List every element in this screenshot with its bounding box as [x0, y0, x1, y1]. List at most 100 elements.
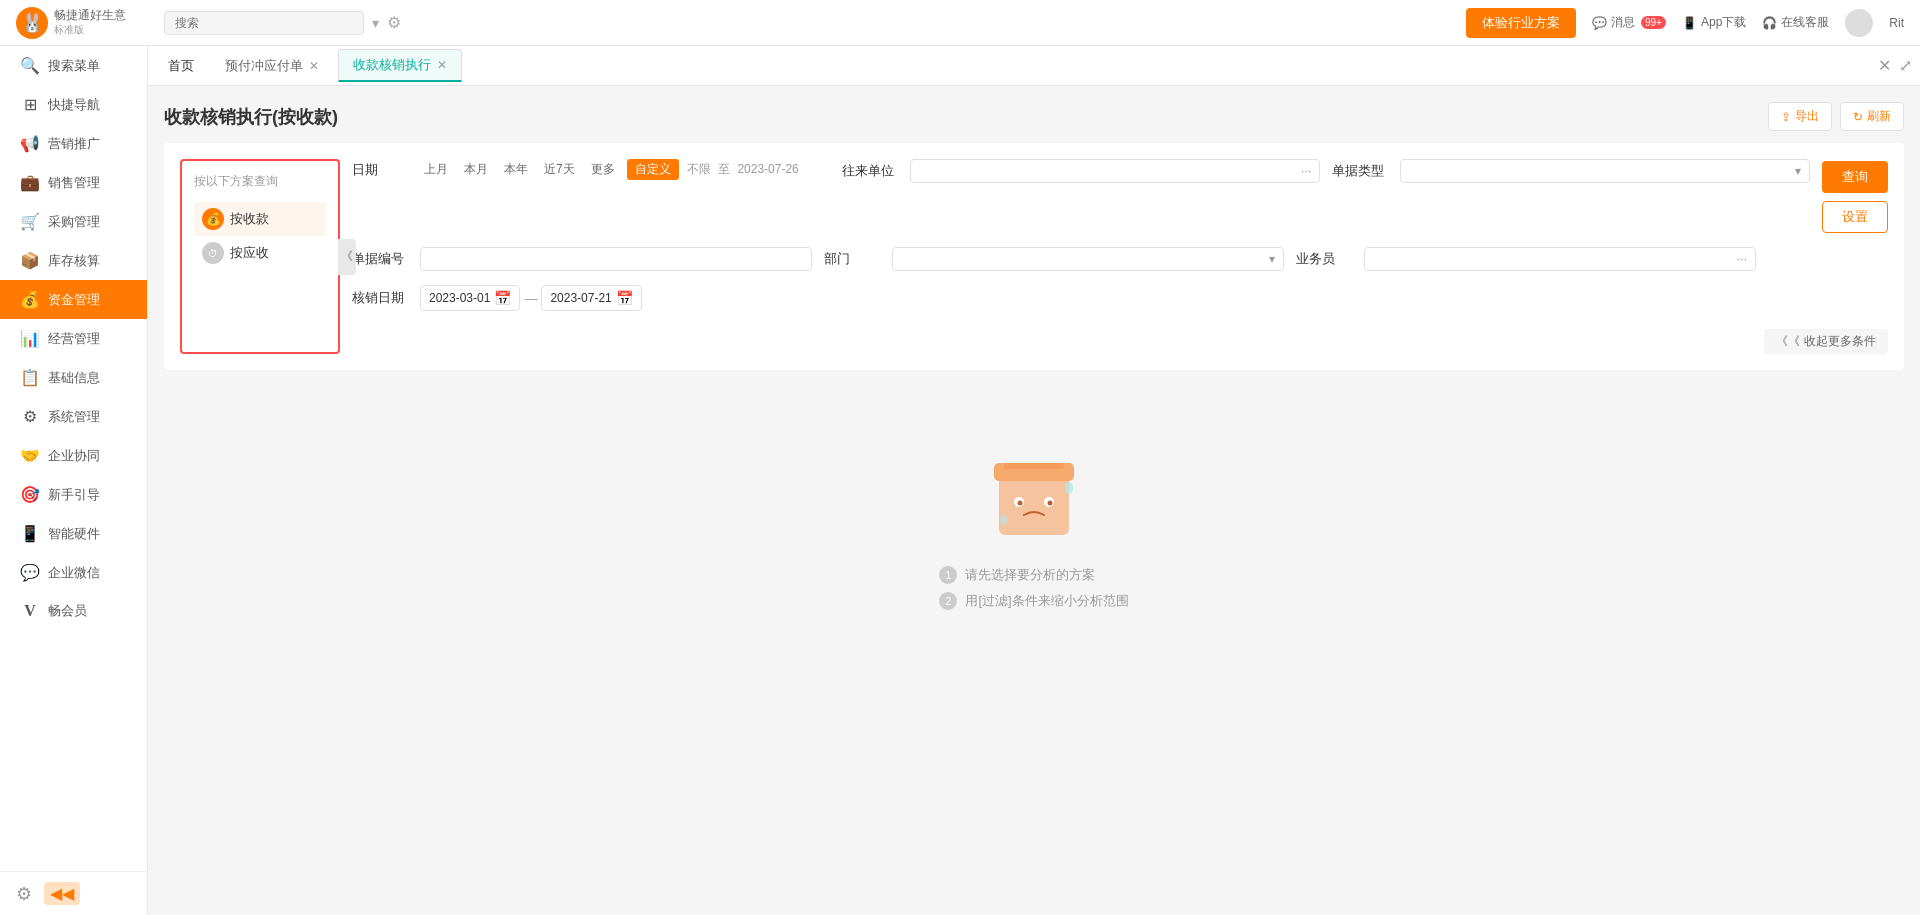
sidebar-settings-icon[interactable]: ⚙	[16, 883, 32, 905]
empty-tips: 1 请先选择要分析的方案 2 用[过滤]条件来缩小分析范围	[939, 566, 1128, 610]
filter-dept-row: 部门 ▾	[824, 247, 1284, 271]
query-button[interactable]: 查询	[1822, 161, 1888, 193]
date-btn-this-year[interactable]: 本年	[500, 159, 532, 180]
writeoff-date-end-input[interactable]: 2023-07-21 📅	[541, 285, 641, 311]
handshake-icon: 🤝	[20, 446, 40, 465]
order-no-input[interactable]	[429, 252, 803, 266]
chart-icon: 📊	[20, 329, 40, 348]
sidebar-label-biz: 经营管理	[48, 330, 100, 348]
close-window-icon[interactable]: ✕	[1878, 56, 1891, 75]
tab-bar: 首页 预付冲应付单 ✕ 收款核销执行 ✕ ✕ ⤢	[148, 46, 1920, 86]
counterparty-select[interactable]: ···	[910, 159, 1320, 183]
tip1-num: 1	[939, 566, 957, 584]
tab-prepay[interactable]: 预付冲应付单 ✕	[210, 50, 334, 81]
setting-icon: ⚙	[20, 407, 40, 426]
filter-option-by-receivable[interactable]: ⏱ 按应收	[194, 236, 326, 270]
tab-home[interactable]: 首页	[156, 51, 206, 81]
tab-prepay-close[interactable]: ✕	[309, 59, 319, 73]
sidebar-item-inventory[interactable]: 📦 库存核算	[0, 241, 147, 280]
user-name: Rit	[1889, 16, 1904, 30]
filter-date-area: 日期 上月 本月 本年 近7天 更多 自定义 不限	[352, 159, 830, 180]
sidebar-item-smart-hw[interactable]: 📱 智能硬件	[0, 514, 147, 553]
sidebar-item-newbie[interactable]: 🎯 新手引导	[0, 475, 147, 514]
expand-icon[interactable]: ⤢	[1899, 56, 1912, 75]
date-unlimited-text: 不限 至 2023-07-26	[687, 161, 799, 178]
order-no-label: 单据编号	[352, 250, 404, 268]
tab-bar-right: ✕ ⤢	[1878, 56, 1912, 75]
wechat-icon: 💬	[20, 563, 40, 582]
sidebar-label-quick-nav: 快捷导航	[48, 96, 100, 114]
dept-select[interactable]: ▾	[892, 247, 1284, 271]
refresh-button[interactable]: ↻ 刷新	[1840, 102, 1904, 131]
sidebar-item-fund[interactable]: 💰 资金管理	[0, 280, 147, 319]
empty-tip-2: 2 用[过滤]条件来缩小分析范围	[939, 592, 1128, 610]
filter-salesperson-area: 业务员 ···	[1296, 247, 1756, 271]
industry-btn[interactable]: 体验行业方案	[1466, 8, 1576, 38]
tab-prepay-label: 预付冲应付单	[225, 57, 303, 75]
sidebar-item-weixin[interactable]: 💬 企业微信	[0, 553, 147, 592]
online-service-item[interactable]: 🎧 在线客服	[1762, 14, 1829, 31]
sidebar-item-biz[interactable]: 📊 经营管理	[0, 319, 147, 358]
tab-writeoff[interactable]: 收款核销执行 ✕	[338, 49, 462, 82]
sidebar: 🔍 搜索菜单 ⊞ 快捷导航 📢 营销推广 💼 销售管理 🛒 采购管理 📦 库存核…	[0, 46, 148, 915]
date-btn-more[interactable]: 更多	[587, 159, 619, 180]
sidebar-item-marketing[interactable]: 📢 营销推广	[0, 124, 147, 163]
gear-icon[interactable]: ⚙	[387, 13, 401, 32]
sidebar-item-system[interactable]: ⚙ 系统管理	[0, 397, 147, 436]
settings-button[interactable]: 设置	[1822, 201, 1888, 233]
date-btn-this-month[interactable]: 本月	[460, 159, 492, 180]
filter-wrapper: 按以下方案查询 💰 按收款 ⏱ 按应收 《	[164, 143, 1904, 370]
collapse-more-label: 收起更多条件	[1804, 333, 1876, 350]
collapse-more-btn[interactable]: 《《 收起更多条件	[1764, 329, 1888, 354]
tip2-num: 2	[939, 592, 957, 610]
page-actions: ⇪ 导出 ↻ 刷新	[1768, 102, 1904, 131]
page-title: 收款核销执行(按收款)	[164, 105, 338, 129]
sidebar-label-sales: 销售管理	[48, 174, 100, 192]
svg-point-8	[1001, 515, 1007, 525]
filter-right-panel: 日期 上月 本月 本年 近7天 更多 自定义 不限	[352, 159, 1888, 354]
sidebar-item-basic[interactable]: 📋 基础信息	[0, 358, 147, 397]
sidebar-label-enterprise: 企业协同	[48, 447, 100, 465]
writeoff-date-start-input[interactable]: 2023-03-01 📅	[420, 285, 520, 311]
filter-order-type-area: 单据类型 ▾	[1332, 159, 1810, 183]
filter-option-by-receipt[interactable]: 💰 按收款	[194, 202, 326, 236]
receivable-icon: ⏱	[202, 242, 224, 264]
date-btn-custom[interactable]: 自定义	[627, 159, 679, 180]
export-button[interactable]: ⇪ 导出	[1768, 102, 1832, 131]
salesperson-select[interactable]: ···	[1364, 247, 1756, 271]
filter-counterparty-area: 往来单位 ···	[842, 159, 1320, 183]
filter-row3: 核销日期 2023-03-01 📅 — 2023-07-21	[352, 285, 1888, 311]
messages-item[interactable]: 💬 消息 99+	[1592, 14, 1666, 31]
counterparty-dots-icon: ···	[1301, 164, 1311, 178]
salesperson-label: 业务员	[1296, 250, 1348, 268]
date-to-text: 至	[718, 162, 730, 176]
date-btn-7days[interactable]: 近7天	[540, 159, 579, 180]
search-icon: 🔍	[20, 56, 40, 75]
top-search-input[interactable]	[164, 11, 364, 35]
user-avatar[interactable]	[1845, 9, 1873, 37]
tab-writeoff-close[interactable]: ✕	[437, 58, 447, 72]
sidebar-item-sales[interactable]: 💼 销售管理	[0, 163, 147, 202]
top-bar-right: 💬 消息 99+ 📱 App下载 🎧 在线客服 Rit	[1592, 9, 1904, 37]
sidebar-collapse-icon[interactable]: ◀◀	[44, 882, 80, 905]
filter-collapse-btn[interactable]: 《	[338, 239, 356, 275]
writeoff-date-label: 核销日期	[352, 289, 404, 307]
filter-writeoff-date-area: 核销日期 2023-03-01 📅 — 2023-07-21	[352, 285, 860, 311]
dropdown-icon[interactable]: ▾	[372, 15, 379, 31]
svg-rect-0	[999, 475, 1069, 535]
svg-point-6	[1048, 501, 1053, 506]
date-btn-last-month[interactable]: 上月	[420, 159, 452, 180]
sidebar-label-purchase: 采购管理	[48, 213, 100, 231]
app-download-item[interactable]: 📱 App下载	[1682, 14, 1746, 31]
sidebar-item-enterprise[interactable]: 🤝 企业协同	[0, 436, 147, 475]
svg-point-7	[1065, 482, 1073, 494]
dept-chevron-icon: ▾	[1269, 252, 1275, 266]
empty-state: 1 请先选择要分析的方案 2 用[过滤]条件来缩小分析范围	[164, 370, 1904, 670]
calendar-end-icon[interactable]: 📅	[616, 290, 633, 306]
sidebar-item-quick-nav[interactable]: ⊞ 快捷导航	[0, 85, 147, 124]
sidebar-item-member[interactable]: V 畅会员	[0, 592, 147, 630]
sidebar-item-purchase[interactable]: 🛒 采购管理	[0, 202, 147, 241]
order-type-select[interactable]: ▾	[1400, 159, 1810, 183]
calendar-start-icon[interactable]: 📅	[494, 290, 511, 306]
sidebar-item-search-menu[interactable]: 🔍 搜索菜单	[0, 46, 147, 85]
